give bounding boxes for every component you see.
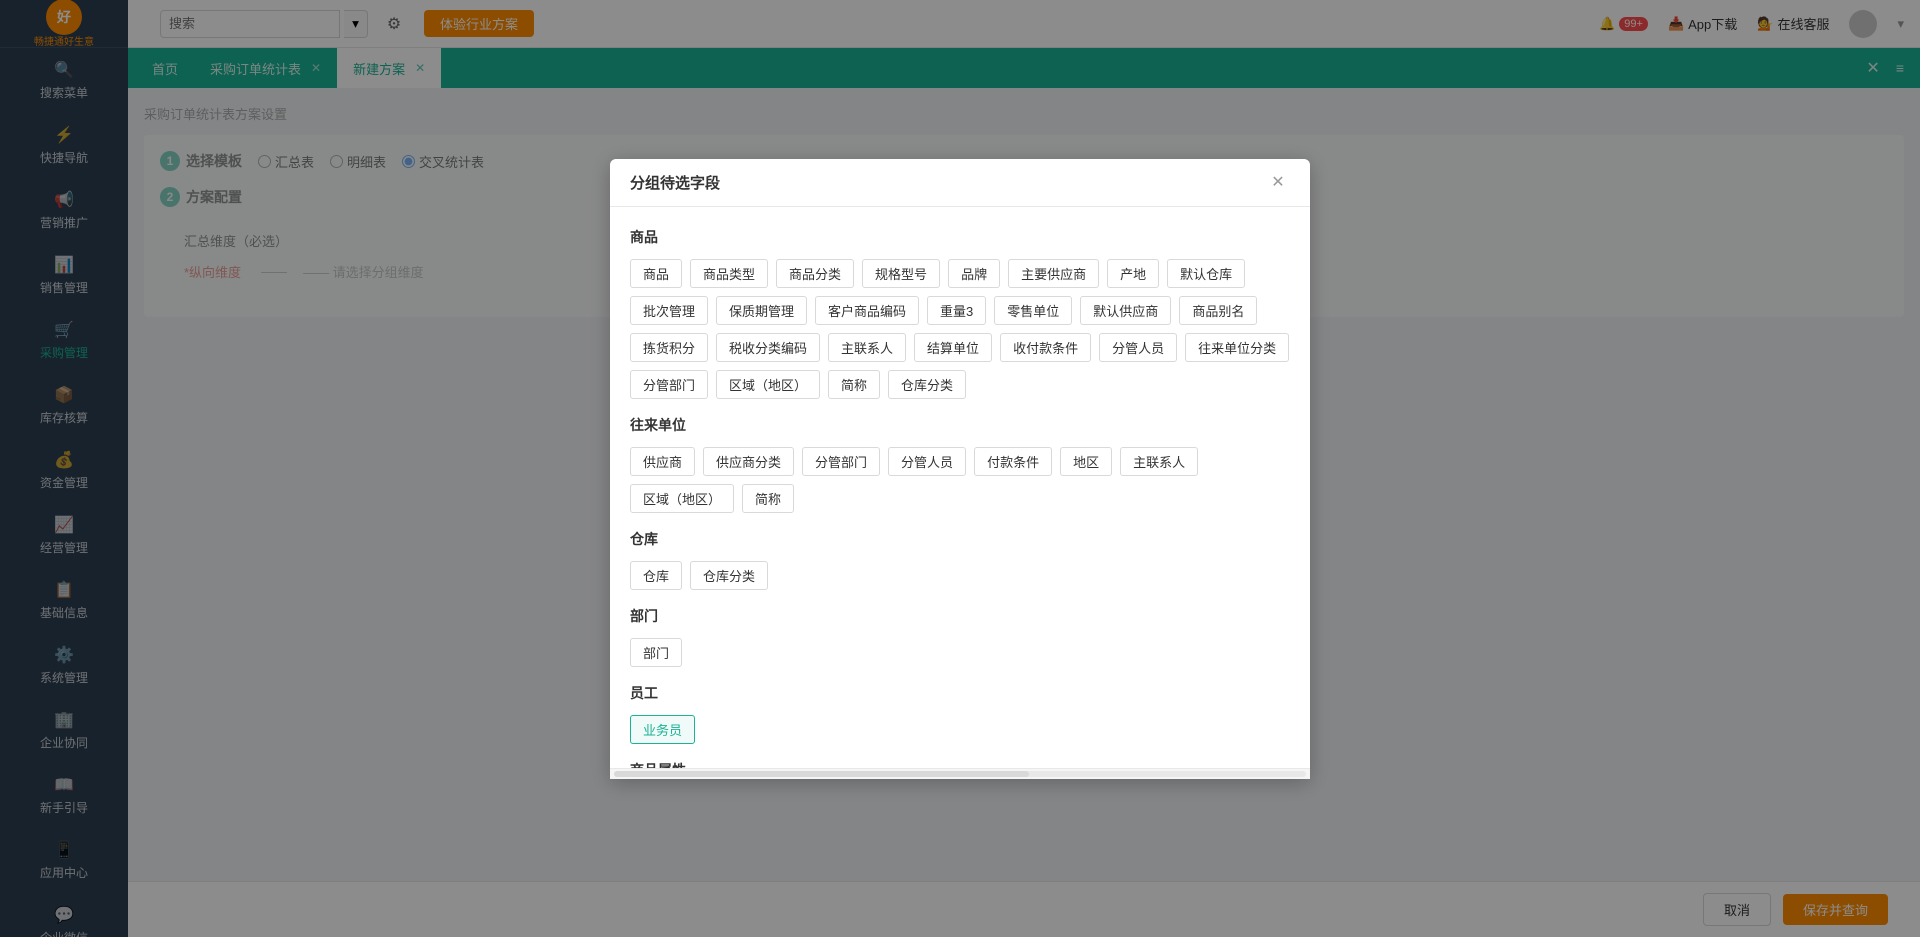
section-partner-title: 往来单位 [630,415,1290,435]
fields-grid-employee: 业务员 [630,715,1290,744]
field-chip-product-15[interactable]: 拣货积分 [630,333,708,362]
field-chip-product-12[interactable]: 零售单位 [994,296,1072,325]
field-chip-partner-3[interactable]: 分管人员 [888,447,966,476]
field-select-modal: 分组待选字段 ✕ 商品 商品 商品类型 商品分类 规格型号 品牌 主要供应商 产… [610,159,1310,779]
field-chip-product-8[interactable]: 批次管理 [630,296,708,325]
field-chip-product-4[interactable]: 品牌 [948,259,1000,288]
field-chip-warehouse-0[interactable]: 仓库 [630,561,682,590]
field-chip-partner-6[interactable]: 主联系人 [1120,447,1198,476]
modal-close-button[interactable]: ✕ [1266,170,1290,194]
field-chip-product-25[interactable]: 仓库分类 [888,370,966,399]
field-chip-product-21[interactable]: 往来单位分类 [1185,333,1289,362]
modal-header: 分组待选字段 ✕ [610,159,1310,207]
field-chip-product-5[interactable]: 主要供应商 [1008,259,1099,288]
field-chip-partner-2[interactable]: 分管部门 [802,447,880,476]
field-chip-product-10[interactable]: 客户商品编码 [815,296,919,325]
section-employee-title: 员工 [630,683,1290,703]
field-chip-partner-8[interactable]: 简称 [742,484,794,513]
field-chip-product-6[interactable]: 产地 [1107,259,1159,288]
field-chip-product-0[interactable]: 商品 [630,259,682,288]
field-chip-product-23[interactable]: 区域（地区） [716,370,820,399]
field-chip-product-7[interactable]: 默认仓库 [1167,259,1245,288]
section-department-title: 部门 [630,606,1290,626]
section-product-title: 商品 [630,227,1290,247]
fields-grid-warehouse: 仓库 仓库分类 [630,561,1290,590]
section-warehouse-title: 仓库 [630,529,1290,549]
field-chip-product-9[interactable]: 保质期管理 [716,296,807,325]
field-chip-product-13[interactable]: 默认供应商 [1080,296,1171,325]
field-chip-dept-0[interactable]: 部门 [630,638,682,667]
field-chip-partner-7[interactable]: 区域（地区） [630,484,734,513]
field-chip-product-22[interactable]: 分管部门 [630,370,708,399]
field-chip-partner-0[interactable]: 供应商 [630,447,695,476]
field-chip-partner-5[interactable]: 地区 [1060,447,1112,476]
field-chip-product-14[interactable]: 商品别名 [1179,296,1257,325]
field-chip-warehouse-1[interactable]: 仓库分类 [690,561,768,590]
field-chip-partner-4[interactable]: 付款条件 [974,447,1052,476]
field-chip-product-19[interactable]: 收付款条件 [1000,333,1091,362]
modal-title: 分组待选字段 [630,172,720,193]
section-product-attr-title: 商品属性 [630,760,1290,769]
field-chip-product-1[interactable]: 商品类型 [690,259,768,288]
fields-grid-product: 商品 商品类型 商品分类 规格型号 品牌 主要供应商 产地 默认仓库 批次管理 … [630,259,1290,399]
field-chip-employee-0[interactable]: 业务员 [630,715,695,744]
modal-body[interactable]: 商品 商品 商品类型 商品分类 规格型号 品牌 主要供应商 产地 默认仓库 批次… [610,207,1310,769]
field-chip-product-16[interactable]: 税收分类编码 [716,333,820,362]
field-chip-partner-1[interactable]: 供应商分类 [703,447,794,476]
field-chip-product-17[interactable]: 主联系人 [828,333,906,362]
field-chip-product-24[interactable]: 简称 [828,370,880,399]
fields-grid-department: 部门 [630,638,1290,667]
field-chip-product-11[interactable]: 重量3 [927,296,986,325]
modal-horizontal-scrollbar[interactable] [610,768,1310,778]
field-chip-product-18[interactable]: 结算单位 [914,333,992,362]
hscroll-thumb[interactable] [614,771,1029,777]
field-chip-product-2[interactable]: 商品分类 [776,259,854,288]
field-chip-product-3[interactable]: 规格型号 [862,259,940,288]
field-chip-product-20[interactable]: 分管人员 [1099,333,1177,362]
hscroll-track [614,771,1306,777]
fields-grid-partner: 供应商 供应商分类 分管部门 分管人员 付款条件 地区 主联系人 区域（地区） … [630,447,1290,513]
